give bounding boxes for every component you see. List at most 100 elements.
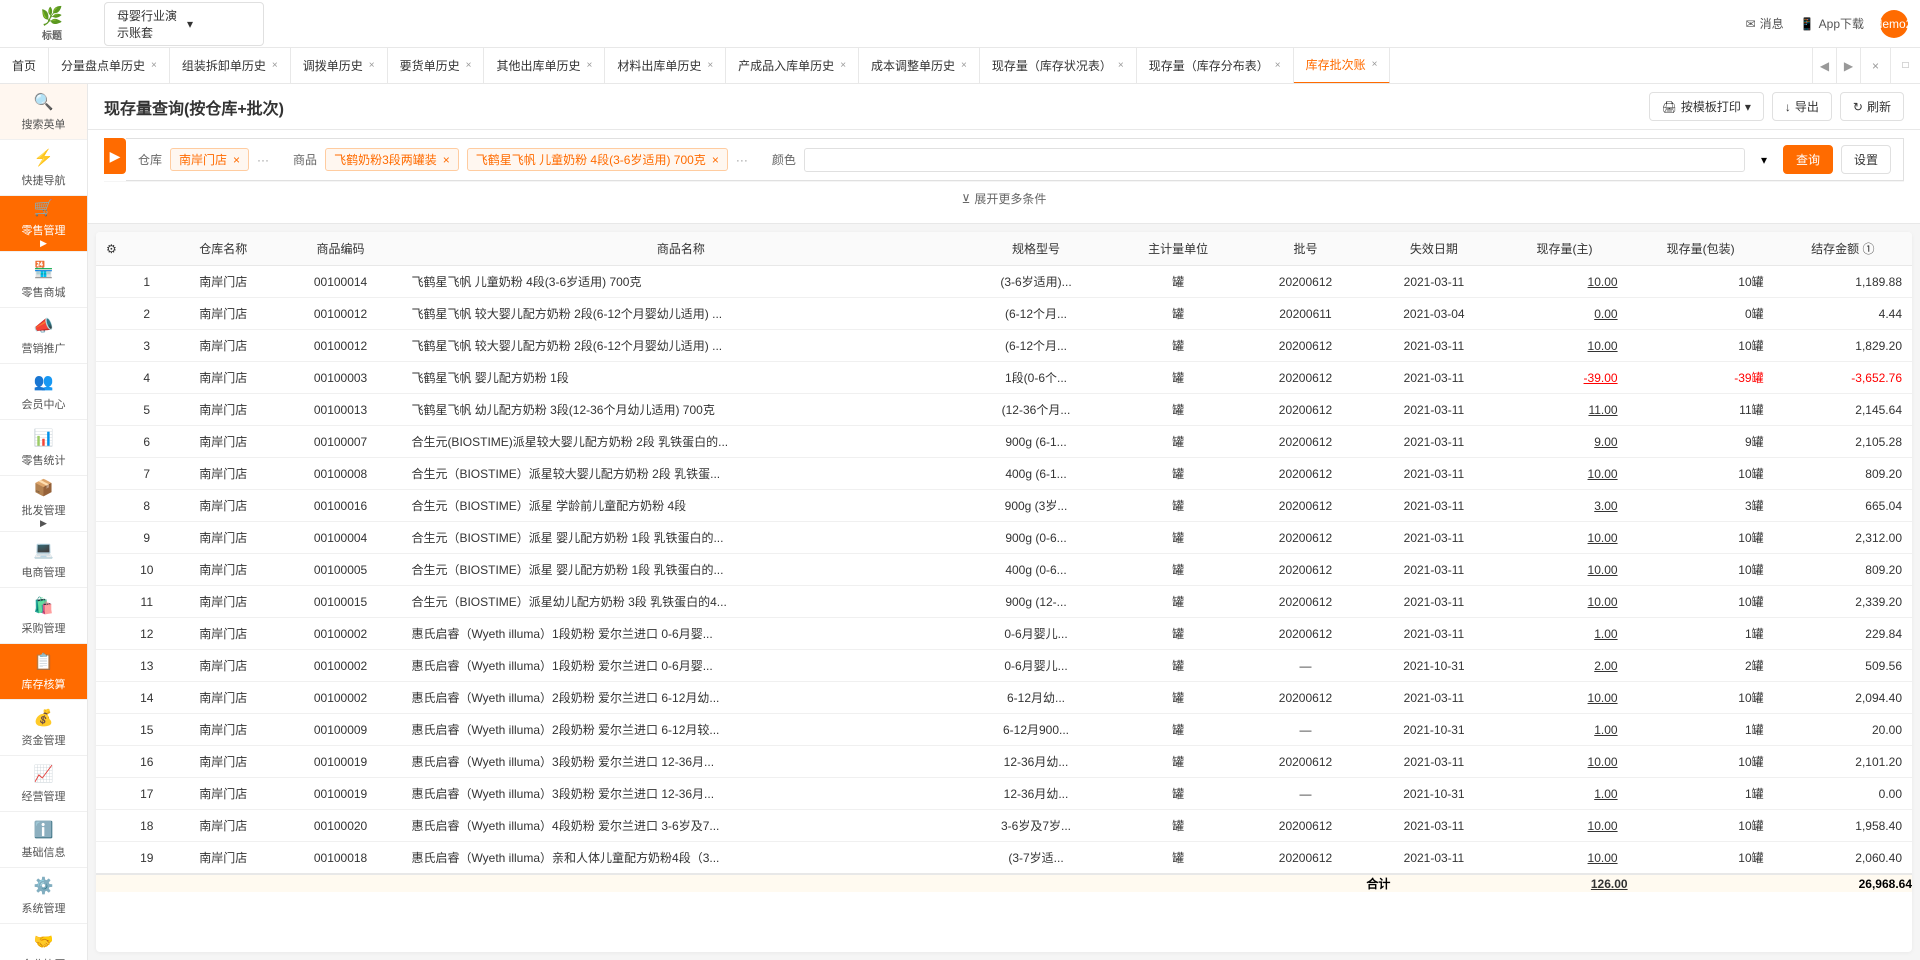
row-stock-main[interactable]: 9.00 bbox=[1501, 426, 1627, 458]
export-btn[interactable]: ↓ 导出 bbox=[1772, 92, 1832, 121]
row-stock-main[interactable]: -39.00 bbox=[1501, 362, 1627, 394]
warehouse-tag-close[interactable]: × bbox=[233, 153, 240, 167]
template-print-btn[interactable]: 🖨 按模板打印 ▾ bbox=[1649, 92, 1764, 121]
row-product-name: 合生元(BIOSTIME)派星较大婴儿配方奶粉 2段 乳铁蛋白的... bbox=[401, 426, 960, 458]
col-settings[interactable]: ⚙ bbox=[96, 232, 127, 266]
sidebar-item-finance[interactable]: 💰 资金管理 bbox=[0, 700, 87, 756]
sidebar-item-wholesale[interactable]: 📦 批发管理 ▶ bbox=[0, 476, 87, 532]
tab-close-stock-dist[interactable]: × bbox=[1275, 60, 1281, 71]
row-stock-main[interactable]: 11.00 bbox=[1501, 394, 1627, 426]
sidebar-item-shortcut[interactable]: ⚡ 快捷导航 bbox=[0, 140, 87, 196]
row-stock-main[interactable]: 10.00 bbox=[1501, 586, 1627, 618]
tab-close-other-out[interactable]: × bbox=[586, 60, 592, 71]
tab-close-disassemble[interactable]: × bbox=[272, 60, 278, 71]
tab-next-arrow[interactable]: ▶ bbox=[1836, 48, 1860, 84]
app-download-btn[interactable]: 📱 App下载 bbox=[1800, 15, 1864, 32]
sidebar-item-retail-stats[interactable]: 📊 零售统计 bbox=[0, 420, 87, 476]
tab-disassemble[interactable]: 组装拆卸单历史 × bbox=[170, 48, 291, 84]
tab-close-stock-status[interactable]: × bbox=[1118, 60, 1124, 71]
filter-area: ▶ 仓库 南岸门店 × ··· 商品 飞鹤奶粉3段两罐装 × bbox=[88, 130, 1920, 224]
sidebar: 🔍 搜索英单 ⚡ 快捷导航 🛒 零售管理 ▶ 🏪 零售商城 📣 营销推广 👥 会… bbox=[0, 84, 88, 960]
sidebar-item-marketing[interactable]: 📣 营销推广 bbox=[0, 308, 87, 364]
expand-more-btn[interactable]: ⊻ 展开更多条件 bbox=[104, 186, 1904, 211]
product-tag-2-close[interactable]: × bbox=[712, 153, 719, 167]
product-ellipsis[interactable]: ··· bbox=[736, 153, 748, 167]
tab-batch-voucher[interactable]: 库存批次账 × bbox=[1294, 48, 1391, 84]
sidebar-item-cooperation[interactable]: 🤝 企业协同 bbox=[0, 924, 87, 960]
col-warehouse: 仓库名称 bbox=[167, 232, 280, 266]
row-stock-main[interactable]: 10.00 bbox=[1501, 554, 1627, 586]
row-stock-main[interactable]: 1.00 bbox=[1501, 714, 1627, 746]
sidebar-item-basic[interactable]: ℹ️ 基础信息 bbox=[0, 812, 87, 868]
color-dropdown-arrow[interactable]: ▾ bbox=[1761, 153, 1767, 167]
col-expiry: 失效日期 bbox=[1366, 232, 1501, 266]
row-product-name: 惠氏启睿（Wyeth illuma）1段奶粉 爱尔兰进口 0-6月婴... bbox=[401, 650, 960, 682]
tab-close-batch-voucher[interactable]: × bbox=[1372, 59, 1378, 70]
sidebar-item-retail-mall[interactable]: 🏪 零售商城 bbox=[0, 252, 87, 308]
sidebar-item-operation[interactable]: 📈 经营管理 bbox=[0, 756, 87, 812]
tab-split-count[interactable]: 分量盘点单历史 × bbox=[49, 48, 170, 84]
row-product-code: 00100002 bbox=[280, 682, 402, 714]
row-stock-main[interactable]: 0.00 bbox=[1501, 298, 1627, 330]
warehouse-filter-tag[interactable]: 南岸门店 × bbox=[170, 148, 249, 171]
sidebar-item-inventory[interactable]: 📋 库存核算 bbox=[0, 644, 87, 700]
tab-stock-status[interactable]: 现存量（库存状况表） × bbox=[980, 48, 1137, 84]
row-product-name: 惠氏启睿（Wyeth illuma）1段奶粉 爱尔兰进口 0-6月婴... bbox=[401, 618, 960, 650]
export-icon: ↓ bbox=[1785, 100, 1791, 114]
ecommerce-icon: 💻 bbox=[34, 540, 54, 560]
refresh-btn[interactable]: ↻ 刷新 bbox=[1840, 92, 1904, 121]
tab-stock-dist[interactable]: 现存量（库存分布表） × bbox=[1137, 48, 1294, 84]
product-filter-tag-1[interactable]: 飞鹤奶粉3段两罐装 × bbox=[325, 148, 459, 171]
row-unit: 罐 bbox=[1112, 298, 1245, 330]
row-stock-main[interactable]: 10.00 bbox=[1501, 522, 1627, 554]
tab-home[interactable]: 首页 bbox=[0, 48, 49, 84]
sidebar-item-ecommerce[interactable]: 💻 电商管理 bbox=[0, 532, 87, 588]
tab-prev-arrow[interactable]: ◀ bbox=[1812, 48, 1836, 84]
row-stock-pkg: 2罐 bbox=[1628, 650, 1774, 682]
tab-material-out[interactable]: 材料出库单历史 × bbox=[605, 48, 726, 84]
tab-adjust[interactable]: 调拨单历史 × bbox=[291, 48, 388, 84]
row-stock-main[interactable]: 10.00 bbox=[1501, 330, 1627, 362]
row-expiry: 2021-03-11 bbox=[1366, 394, 1501, 426]
row-stock-main[interactable]: 10.00 bbox=[1501, 682, 1627, 714]
tab-cost-adjust[interactable]: 成本调整单历史 × bbox=[859, 48, 980, 84]
retail-mall-icon: 🏪 bbox=[34, 260, 54, 280]
tab-close-all-btn[interactable]: × bbox=[1860, 48, 1890, 84]
tab-close-product-in[interactable]: × bbox=[840, 60, 846, 71]
footer-stock-total[interactable]: 126.00 bbox=[1501, 874, 1627, 892]
tab-close-adjust[interactable]: × bbox=[369, 60, 375, 71]
tab-product-in[interactable]: 产成品入库单历史 × bbox=[726, 48, 859, 84]
row-index: 10 bbox=[127, 554, 167, 586]
warehouse-ellipsis[interactable]: ··· bbox=[257, 153, 269, 167]
row-stock-main[interactable]: 3.00 bbox=[1501, 490, 1627, 522]
sidebar-item-system[interactable]: ⚙️ 系统管理 bbox=[0, 868, 87, 924]
sidebar-item-purchase[interactable]: 🛍️ 采购管理 bbox=[0, 588, 87, 644]
row-stock-main[interactable]: 1.00 bbox=[1501, 778, 1627, 810]
tab-close-require[interactable]: × bbox=[466, 60, 472, 71]
message-btn[interactable]: ✉ 消息 bbox=[1746, 15, 1784, 32]
sidebar-item-member[interactable]: 👥 会员中心 bbox=[0, 364, 87, 420]
product-tag-1-close[interactable]: × bbox=[443, 153, 450, 167]
query-btn[interactable]: 查询 bbox=[1783, 145, 1833, 174]
search-icon: 🔍 bbox=[34, 92, 54, 112]
row-stock-main[interactable]: 10.00 bbox=[1501, 746, 1627, 778]
row-stock-main[interactable]: 10.00 bbox=[1501, 810, 1627, 842]
row-stock-main[interactable]: 10.00 bbox=[1501, 458, 1627, 490]
tab-other-out[interactable]: 其他出库单历史 × bbox=[484, 48, 605, 84]
org-selector[interactable]: 母婴行业演示账套 ▾ bbox=[104, 2, 264, 46]
product-filter-tag-2[interactable]: 飞鹤星飞帆 儿童奶粉 4段(3-6岁适用) 700克 × bbox=[467, 148, 728, 171]
sidebar-item-search[interactable]: 🔍 搜索英单 bbox=[0, 84, 87, 140]
row-stock-main[interactable]: 10.00 bbox=[1501, 266, 1627, 298]
tab-close-split[interactable]: × bbox=[151, 60, 157, 71]
avatar[interactable]: demo2 bbox=[1880, 10, 1908, 38]
tab-close-cost-adjust[interactable]: × bbox=[961, 60, 967, 71]
tab-require[interactable]: 要货单历史 × bbox=[388, 48, 485, 84]
row-stock-main[interactable]: 10.00 bbox=[1501, 842, 1627, 875]
row-stock-main[interactable]: 1.00 bbox=[1501, 618, 1627, 650]
settings-btn[interactable]: 设置 bbox=[1841, 145, 1891, 174]
row-stock-main[interactable]: 2.00 bbox=[1501, 650, 1627, 682]
sidebar-item-retail[interactable]: 🛒 零售管理 ▶ bbox=[0, 196, 87, 252]
filter-expand-toggle[interactable]: ▶ bbox=[104, 138, 126, 174]
tab-maximize-btn[interactable]: □ bbox=[1890, 48, 1920, 84]
tab-close-material-out[interactable]: × bbox=[707, 60, 713, 71]
